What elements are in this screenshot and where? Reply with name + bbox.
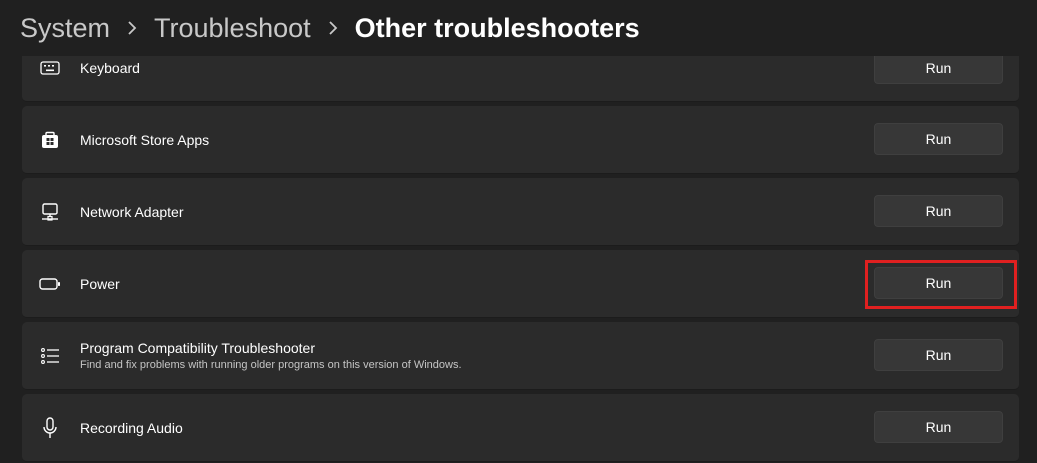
run-button-recording-audio[interactable]: Run <box>874 411 1003 443</box>
troubleshooter-row-microsoft-store-apps: Microsoft Store Apps Run <box>22 106 1019 174</box>
row-title: Network Adapter <box>80 203 184 220</box>
settings-page: Keyboard Run Microsoft Store Apps Run Ne… <box>0 0 1037 463</box>
run-button-keyboard[interactable]: Run <box>874 52 1003 84</box>
troubleshooter-row-network-adapter: Network Adapter Run <box>22 178 1019 246</box>
microphone-icon <box>38 394 62 461</box>
chevron-right-icon <box>110 21 154 35</box>
row-text: Microsoft Store Apps <box>80 106 209 173</box>
breadcrumb-system[interactable]: System <box>20 13 110 44</box>
run-button-microsoft-store-apps[interactable]: Run <box>874 123 1003 155</box>
row-title: Microsoft Store Apps <box>80 131 210 148</box>
row-title: Power <box>80 275 120 292</box>
row-text: Program Compatibility Troubleshooter Fin… <box>80 322 462 389</box>
troubleshooter-row-power: Power Run <box>22 250 1019 318</box>
breadcrumb-troubleshoot[interactable]: Troubleshoot <box>154 13 311 44</box>
row-title: Keyboard <box>80 59 140 76</box>
run-button-program-compatibility[interactable]: Run <box>874 339 1003 371</box>
row-text: Power <box>80 250 120 317</box>
network-adapter-icon <box>38 178 62 245</box>
row-text: Network Adapter <box>80 178 184 245</box>
troubleshooter-row-program-compatibility: Program Compatibility Troubleshooter Fin… <box>22 322 1019 390</box>
troubleshooter-row-recording-audio: Recording Audio Run <box>22 394 1019 462</box>
run-button-power[interactable]: Run <box>874 267 1003 299</box>
row-title: Recording Audio <box>80 419 183 436</box>
breadcrumb: System Troubleshoot Other troubleshooter… <box>20 8 640 48</box>
list-icon <box>38 322 62 389</box>
row-title: Program Compatibility Troubleshooter <box>80 340 315 356</box>
battery-icon <box>38 250 62 317</box>
store-icon <box>38 106 62 173</box>
page-title: Other troubleshooters <box>354 12 640 43</box>
row-description: Find and fix problems with running older… <box>80 359 462 371</box>
row-text: Recording Audio <box>80 394 183 461</box>
run-button-network-adapter[interactable]: Run <box>874 195 1003 227</box>
page-header: System Troubleshoot Other troubleshooter… <box>0 0 1037 56</box>
chevron-right-icon <box>311 21 355 35</box>
